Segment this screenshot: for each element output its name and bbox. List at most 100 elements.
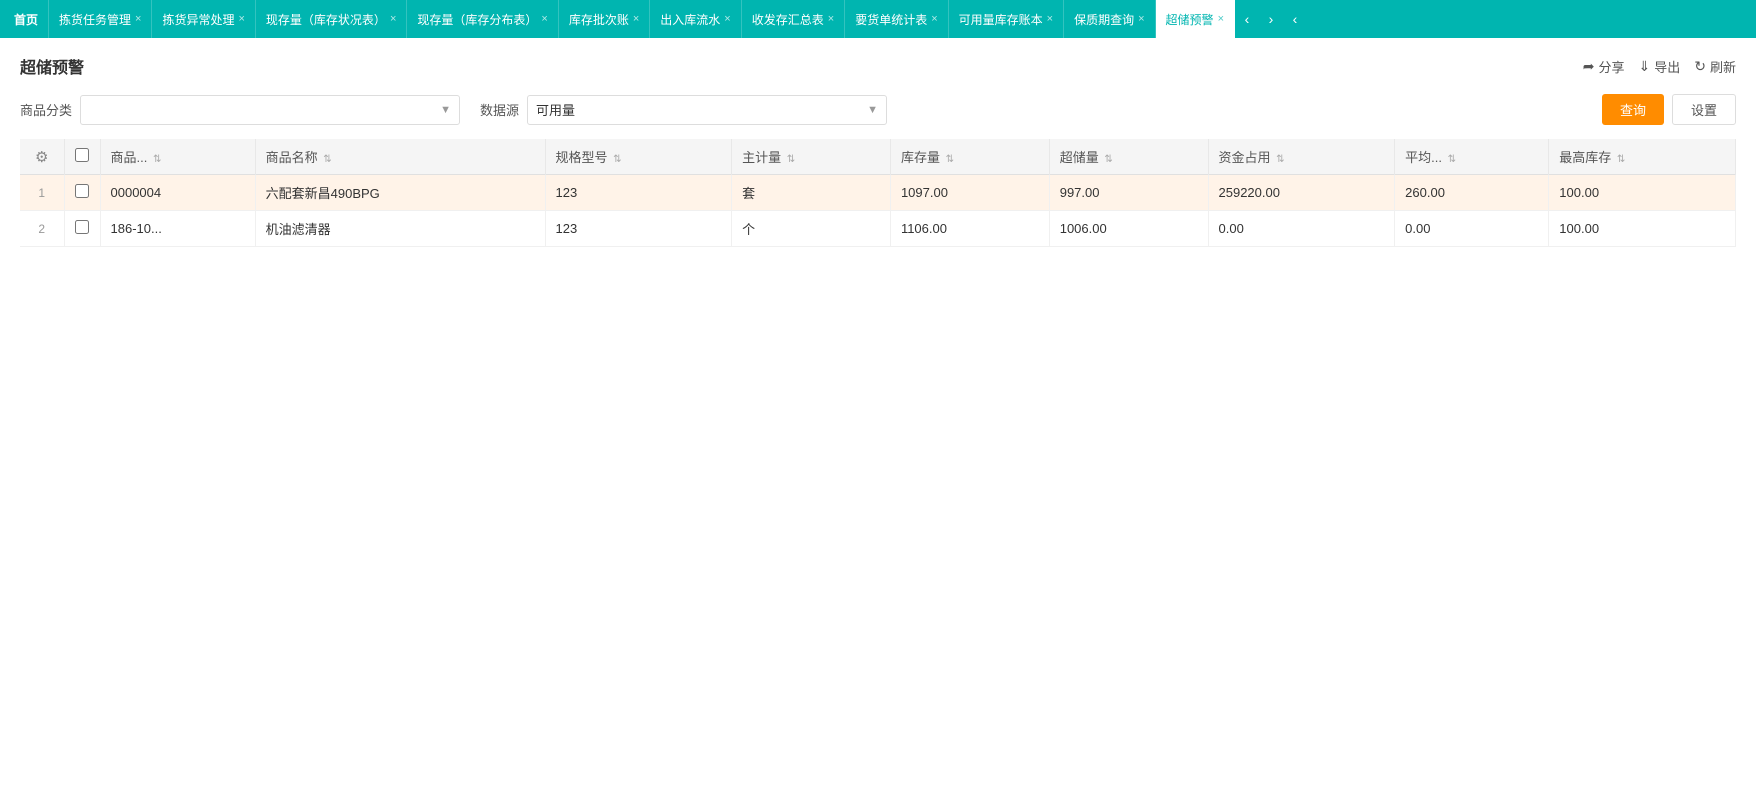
- sort-unit-icon: ⇅: [787, 154, 795, 165]
- col-checkbox: [64, 139, 100, 175]
- export-icon: ⇓: [1639, 58, 1651, 75]
- row-index-0: 1: [20, 175, 64, 211]
- main-content: 超储预警 ➦ 分享 ⇓ 导出 ↻ 刷新 商品分类 ▼ 数据源: [0, 38, 1756, 800]
- nav-prev-arrow[interactable]: ‹: [1235, 0, 1259, 38]
- nav-tab-7[interactable]: 收发存汇总表 ×: [742, 0, 845, 38]
- nav-tab-home[interactable]: 首页: [4, 0, 49, 38]
- row-unit-1: 个: [732, 211, 891, 247]
- row-spec-1: 123: [545, 211, 732, 247]
- nav-tab-11[interactable]: 超储预警 ×: [1156, 0, 1235, 38]
- col-stock[interactable]: 库存量 ⇅: [890, 139, 1049, 175]
- col-capital[interactable]: 资金占用 ⇅: [1208, 139, 1395, 175]
- row-product-name-1: 机油滤清器: [255, 211, 545, 247]
- close-tab-5[interactable]: ×: [633, 13, 639, 25]
- category-select[interactable]: ▼: [80, 95, 460, 125]
- row-checkbox-0[interactable]: [64, 175, 100, 211]
- export-button[interactable]: ⇓ 导出: [1639, 57, 1681, 76]
- data-table: ⚙ 商品... ⇅ 商品名称 ⇅ 规格型号 ⇅ 主计量: [20, 139, 1736, 247]
- sort-product-name-icon: ⇅: [323, 154, 331, 165]
- row-select-0[interactable]: [75, 184, 89, 198]
- col-overstock[interactable]: 超储量 ⇅: [1049, 139, 1208, 175]
- query-button[interactable]: 查询: [1602, 94, 1664, 125]
- sort-stock-icon: ⇅: [946, 154, 954, 165]
- close-tab-1[interactable]: ×: [135, 13, 141, 25]
- nav-tab-8[interactable]: 要货单统计表 ×: [845, 0, 948, 38]
- nav-more-arrow[interactable]: ‹: [1283, 0, 1307, 38]
- col-avg[interactable]: 平均... ⇅: [1395, 139, 1549, 175]
- close-tab-11[interactable]: ×: [1218, 13, 1224, 25]
- row-capital-1: 0.00: [1208, 211, 1395, 247]
- datasource-arrow-icon: ▼: [867, 104, 878, 116]
- datasource-select[interactable]: 可用量 ▼: [527, 95, 887, 125]
- row-select-1[interactable]: [75, 220, 89, 234]
- row-unit-0: 套: [732, 175, 891, 211]
- page-title: 超储预警: [20, 54, 84, 78]
- col-max-stock[interactable]: 最高库存 ⇅: [1549, 139, 1736, 175]
- sort-avg-icon: ⇅: [1448, 154, 1456, 165]
- share-icon: ➦: [1583, 58, 1595, 75]
- col-product-code[interactable]: 商品... ⇅: [100, 139, 255, 175]
- select-all-checkbox[interactable]: [75, 148, 89, 162]
- nav-tab-5[interactable]: 库存批次账 ×: [559, 0, 650, 38]
- col-spec[interactable]: 规格型号 ⇅: [545, 139, 732, 175]
- row-product-code-0: 0000004: [100, 175, 255, 211]
- row-product-code-1: 186-10...: [100, 211, 255, 247]
- nav-tab-2[interactable]: 拣货异常处理 ×: [152, 0, 255, 38]
- row-avg-0: 260.00: [1395, 175, 1549, 211]
- table-row: 2 186-10... 机油滤清器 123 个 1106.00 1006.00 …: [20, 211, 1736, 247]
- nav-tab-10[interactable]: 保质期查询 ×: [1064, 0, 1155, 38]
- nav-tab-1[interactable]: 拣货任务管理 ×: [49, 0, 152, 38]
- row-capital-0: 259220.00: [1208, 175, 1395, 211]
- row-overstock-0: 997.00: [1049, 175, 1208, 211]
- settings-gear-icon[interactable]: ⚙: [35, 149, 48, 166]
- nav-tab-4[interactable]: 现存量（库存分布表） ×: [407, 0, 558, 38]
- col-unit[interactable]: 主计量 ⇅: [732, 139, 891, 175]
- settings-button[interactable]: 设置: [1672, 94, 1736, 125]
- sort-product-code-icon: ⇅: [153, 154, 161, 165]
- sort-overstock-icon: ⇅: [1104, 154, 1112, 165]
- table-header-row: ⚙ 商品... ⇅ 商品名称 ⇅ 规格型号 ⇅ 主计量: [20, 139, 1736, 175]
- row-stock-0: 1097.00: [890, 175, 1049, 211]
- col-settings[interactable]: ⚙: [20, 139, 64, 175]
- row-stock-1: 1106.00: [890, 211, 1049, 247]
- row-avg-1: 0.00: [1395, 211, 1549, 247]
- nav-tab-3[interactable]: 现存量（库存状况表） ×: [256, 0, 407, 38]
- category-label: 商品分类: [20, 100, 72, 119]
- category-arrow-icon: ▼: [440, 104, 451, 116]
- row-checkbox-1[interactable]: [64, 211, 100, 247]
- nav-tab-6[interactable]: 出入库流水 ×: [650, 0, 741, 38]
- datasource-label: 数据源: [480, 100, 519, 119]
- share-button[interactable]: ➦ 分享: [1583, 57, 1625, 76]
- sort-spec-icon: ⇅: [613, 154, 621, 165]
- close-tab-4[interactable]: ×: [541, 13, 547, 25]
- nav-next-arrow[interactable]: ›: [1259, 0, 1283, 38]
- row-index-1: 2: [20, 211, 64, 247]
- table-row: 1 0000004 六配套新昌490BPG 123 套 1097.00 997.…: [20, 175, 1736, 211]
- refresh-button[interactable]: ↻ 刷新: [1694, 57, 1736, 76]
- close-tab-2[interactable]: ×: [238, 13, 244, 25]
- header-actions: ➦ 分享 ⇓ 导出 ↻ 刷新: [1583, 57, 1736, 76]
- row-overstock-1: 1006.00: [1049, 211, 1208, 247]
- close-tab-9[interactable]: ×: [1047, 13, 1053, 25]
- col-product-name[interactable]: 商品名称 ⇅: [255, 139, 545, 175]
- close-tab-10[interactable]: ×: [1138, 13, 1144, 25]
- category-filter: 商品分类 ▼: [20, 95, 460, 125]
- close-tab-6[interactable]: ×: [724, 13, 730, 25]
- close-tab-8[interactable]: ×: [931, 13, 937, 25]
- filter-row: 商品分类 ▼ 数据源 可用量 ▼ 查询 设置: [20, 94, 1736, 125]
- filter-buttons: 查询 设置: [1602, 94, 1736, 125]
- page-header: 超储预警 ➦ 分享 ⇓ 导出 ↻ 刷新: [20, 54, 1736, 78]
- datasource-value: 可用量: [536, 100, 575, 119]
- refresh-icon: ↻: [1694, 58, 1706, 75]
- sort-max-stock-icon: ⇅: [1617, 154, 1625, 165]
- close-tab-3[interactable]: ×: [390, 13, 396, 25]
- row-max-stock-1: 100.00: [1549, 211, 1736, 247]
- top-nav: 首页 拣货任务管理 × 拣货异常处理 × 现存量（库存状况表） × 现存量（库存…: [0, 0, 1756, 38]
- row-max-stock-0: 100.00: [1549, 175, 1736, 211]
- close-tab-7[interactable]: ×: [828, 13, 834, 25]
- sort-capital-icon: ⇅: [1276, 154, 1284, 165]
- row-product-name-0: 六配套新昌490BPG: [255, 175, 545, 211]
- row-spec-0: 123: [545, 175, 732, 211]
- datasource-filter: 数据源 可用量 ▼: [480, 95, 887, 125]
- nav-tab-9[interactable]: 可用量库存账本 ×: [949, 0, 1064, 38]
